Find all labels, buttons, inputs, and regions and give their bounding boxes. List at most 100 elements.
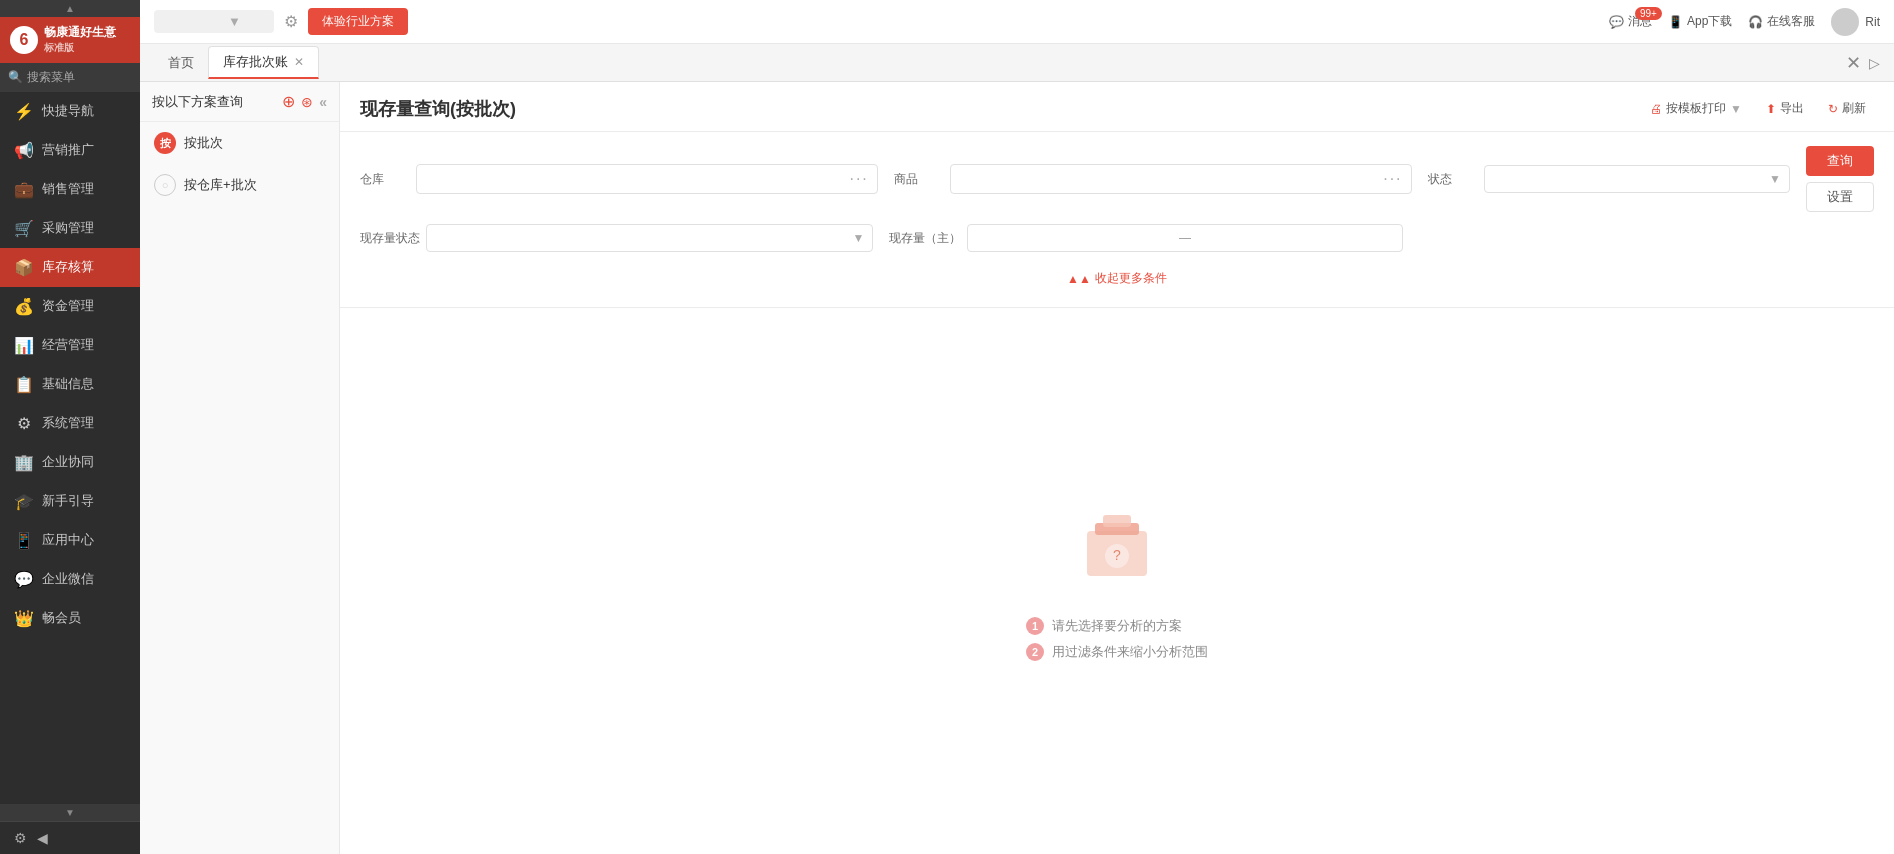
status-select[interactable]: ▼ — [1484, 165, 1790, 193]
svg-rect-2 — [1103, 515, 1131, 527]
sales-icon: 💼 — [14, 180, 34, 199]
inventory-icon: 📦 — [14, 258, 34, 277]
search-icon: 🔍 — [8, 70, 23, 84]
warehouse-field: 仓库 ··· — [360, 164, 878, 194]
dropdown-icon: ▼ — [228, 14, 241, 29]
tab-close-icon[interactable]: ✕ — [294, 55, 304, 69]
sidebar-item-label: 应用中心 — [42, 531, 94, 549]
sidebar-item-label: 快捷导航 — [42, 102, 94, 120]
sidebar-nav: ⚡ 快捷导航 📢 营销推广 💼 销售管理 🛒 采购管理 📦 库存核算 💰 资金管… — [0, 92, 140, 804]
print-label: 按模板打印 — [1666, 100, 1726, 117]
filter-panel: 按以下方案查询 ⊕ ⊛ « 按 按批次 ○ 按仓库+批次 — [140, 82, 340, 854]
sidebar-search[interactable]: 🔍 搜索菜单 — [0, 63, 140, 92]
sidebar-item-base[interactable]: 📋 基础信息 — [0, 365, 140, 404]
plan-batch[interactable]: 按 按批次 — [140, 122, 339, 164]
app-download-icon: 📱 — [1668, 15, 1683, 29]
sidebar-item-app-center[interactable]: 📱 应用中心 — [0, 521, 140, 560]
settings-icon[interactable]: ⚙ — [14, 830, 27, 846]
sidebar-item-enterprise[interactable]: 🏢 企业协同 — [0, 443, 140, 482]
sidebar-search-label: 搜索菜单 — [27, 69, 75, 86]
online-service-btn[interactable]: 🎧 在线客服 — [1748, 13, 1815, 30]
topbar-search-area[interactable]: ▼ — [154, 10, 274, 33]
collapse-conditions-btn[interactable]: ▲▲ 收起更多条件 — [360, 264, 1874, 293]
export-label: 导出 — [1780, 100, 1804, 117]
online-service-label: 在线客服 — [1767, 13, 1815, 30]
message-btn[interactable]: 💬 消息 99+ — [1609, 13, 1652, 30]
stock-status-dropdown-icon: ▼ — [852, 231, 864, 245]
sidebar-item-label: 系统管理 — [42, 414, 94, 432]
sidebar-item-label: 采购管理 — [42, 219, 94, 237]
sidebar-item-newbie[interactable]: 🎓 新手引导 — [0, 482, 140, 521]
stock-qty-range[interactable]: — — [967, 224, 1402, 252]
headset-icon: 🎧 — [1748, 15, 1763, 29]
refresh-btn[interactable]: ↻ 刷新 — [1820, 96, 1874, 121]
finance-icon: 💰 — [14, 297, 34, 316]
warehouse-input[interactable]: ··· — [416, 164, 878, 194]
tab-inventory-batch[interactable]: 库存批次账 ✕ — [208, 46, 319, 79]
plan-batch-label: 按批次 — [184, 134, 223, 152]
plan-batch-icon: 按 — [154, 132, 176, 154]
sidebar-item-sales[interactable]: 💼 销售管理 — [0, 170, 140, 209]
empty-tip-1-text: 请先选择要分析的方案 — [1052, 617, 1182, 635]
product-more-icon[interactable]: ··· — [1383, 170, 1402, 188]
quick-nav-icon: ⚡ — [14, 102, 34, 121]
topbar-gear-icon[interactable]: ⚙ — [284, 12, 298, 31]
plan-warehouse-icon: ○ — [154, 174, 176, 196]
sidebar-item-label: 资金管理 — [42, 297, 94, 315]
wechat-icon: 💬 — [14, 570, 34, 589]
app-download-btn[interactable]: 📱 App下载 — [1668, 13, 1732, 30]
settings-button[interactable]: 设置 — [1806, 182, 1874, 212]
enterprise-icon: 🏢 — [14, 453, 34, 472]
system-icon: ⚙ — [14, 414, 34, 433]
operations-icon: 📊 — [14, 336, 34, 355]
trial-btn[interactable]: 体验行业方案 — [308, 8, 408, 35]
collapse-plan-icon[interactable]: « — [319, 94, 327, 110]
content-area: 按以下方案查询 ⊕ ⊛ « 按 按批次 ○ 按仓库+批次 现存量查询(按批次) — [140, 82, 1894, 854]
print-btn[interactable]: 🖨 按模板打印 ▼ — [1642, 96, 1750, 121]
svg-text:?: ? — [1113, 547, 1121, 563]
collapse-conditions-label: 收起更多条件 — [1095, 270, 1167, 287]
sidebar-item-quick-nav[interactable]: ⚡ 快捷导航 — [0, 92, 140, 131]
sidebar-scroll-up[interactable]: ▲ — [0, 0, 140, 17]
sidebar-item-wechat[interactable]: 💬 企业微信 — [0, 560, 140, 599]
sidebar-item-system[interactable]: ⚙ 系统管理 — [0, 404, 140, 443]
filter-panel-header-icons: ⊕ ⊛ « — [282, 92, 327, 111]
topbar-search-input[interactable] — [162, 15, 222, 29]
sidebar-scroll-down[interactable]: ▼ — [0, 804, 140, 821]
stock-status-select[interactable]: ▼ — [426, 224, 873, 252]
sidebar-item-label: 库存核算 — [42, 258, 94, 276]
export-icon: ⬆ — [1766, 102, 1776, 116]
status-field: 状态 ▼ — [1428, 165, 1790, 193]
product-field: 商品 ··· — [894, 164, 1412, 194]
tab-home[interactable]: 首页 — [154, 48, 208, 78]
sidebar-item-marketing[interactable]: 📢 营销推广 — [0, 131, 140, 170]
product-label: 商品 — [894, 171, 944, 188]
export-btn[interactable]: ⬆ 导出 — [1758, 96, 1812, 121]
filter-actions: 查询 设置 — [1806, 146, 1874, 212]
close-panel-icon[interactable]: ✕ — [1846, 52, 1861, 74]
user-area[interactable]: Rit — [1831, 8, 1880, 36]
sidebar-item-operations[interactable]: 📊 经营管理 — [0, 326, 140, 365]
warehouse-more-icon[interactable]: ··· — [849, 170, 868, 188]
query-button[interactable]: 查询 — [1806, 146, 1874, 176]
add-plan-icon[interactable]: ⊕ — [282, 92, 295, 111]
expand-icon[interactable]: ▷ — [1869, 55, 1880, 71]
empty-tip-2-text: 用过滤条件来缩小分析范围 — [1052, 643, 1208, 661]
plan-warehouse-batch[interactable]: ○ 按仓库+批次 — [140, 164, 339, 206]
sidebar-item-purchase[interactable]: 🛒 采购管理 — [0, 209, 140, 248]
page-title: 现存量查询(按批次) — [360, 97, 516, 121]
empty-tip-2: 2 用过滤条件来缩小分析范围 — [1026, 643, 1208, 661]
sidebar-item-inventory[interactable]: 📦 库存核算 — [0, 248, 140, 287]
product-input[interactable]: ··· — [950, 164, 1412, 194]
sidebar-item-finance[interactable]: 💰 资金管理 — [0, 287, 140, 326]
sidebar-item-label: 企业协同 — [42, 453, 94, 471]
message-badge: 99+ — [1635, 7, 1662, 20]
collapse-icon[interactable]: ◀ — [37, 830, 48, 846]
topbar: ▼ ⚙ 体验行业方案 💬 消息 99+ 📱 App下载 🎧 在线客服 Rit — [140, 0, 1894, 44]
sidebar-item-label: 畅会员 — [42, 609, 81, 627]
newbie-icon: 🎓 — [14, 492, 34, 511]
stock-status-field: 现存量状态 ▼ — [360, 224, 873, 252]
collapse-up-icon: ▲▲ — [1067, 272, 1091, 286]
sidebar-item-member[interactable]: 👑 畅会员 — [0, 599, 140, 638]
settings-plan-icon[interactable]: ⊛ — [301, 94, 313, 110]
